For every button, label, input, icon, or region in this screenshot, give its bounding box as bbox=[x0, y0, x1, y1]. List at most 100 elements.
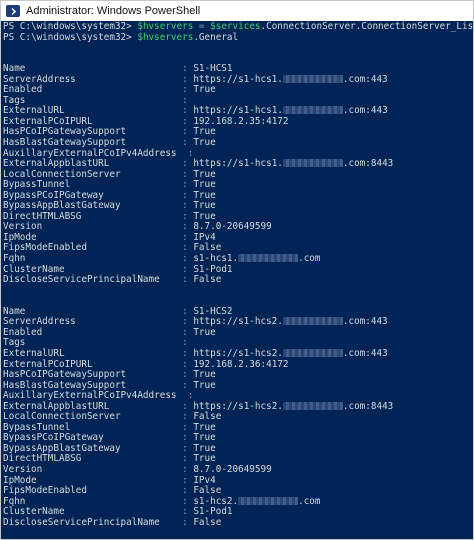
property-name: Tags bbox=[3, 337, 26, 349]
separator-colon: : bbox=[176, 358, 194, 370]
separator-colon: : bbox=[176, 379, 194, 391]
property-value-suffix: .com:443 bbox=[342, 73, 388, 85]
separator-colon: : bbox=[176, 432, 194, 444]
redacted-text bbox=[282, 106, 343, 115]
property-row: DiscloseServicePrincipalName : False bbox=[3, 516, 473, 529]
separator-colon: : bbox=[176, 126, 194, 138]
property-value-prefix: https://s1-hcs1. bbox=[193, 105, 283, 117]
property-value: True bbox=[193, 421, 216, 433]
property-value: S1-HCS1 bbox=[193, 63, 233, 75]
separator-colon: : bbox=[176, 442, 194, 454]
property-value: S1-Pod1 bbox=[193, 263, 233, 275]
separator-colon: : bbox=[176, 474, 194, 486]
redacted-text bbox=[282, 74, 343, 83]
separator-colon: : bbox=[176, 189, 194, 201]
property-value-suffix: .com:443 bbox=[342, 316, 388, 328]
separator-colon: : bbox=[176, 326, 194, 338]
property-name: FipsModeEnabled bbox=[3, 242, 87, 254]
property-name: Name bbox=[3, 63, 26, 75]
separator-colon: : bbox=[176, 411, 194, 423]
expression-text: .General bbox=[193, 31, 239, 43]
variable-token: $hvservers bbox=[137, 31, 194, 43]
property-value: False bbox=[193, 411, 222, 423]
property-value: False bbox=[193, 516, 222, 528]
property-value: 192.168.2.36:4172 bbox=[193, 358, 289, 370]
property-name: Fqhn bbox=[3, 253, 26, 265]
property-name: HasPCoIPGatewaySupport bbox=[3, 126, 127, 138]
property-name: BypassPCoIPGateway bbox=[3, 189, 104, 201]
variable-token: $hvservers bbox=[137, 21, 194, 32]
prompt-text: PS C:\windows\system32> bbox=[3, 31, 138, 43]
separator-colon: : bbox=[176, 316, 194, 328]
separator-colon: : bbox=[176, 253, 194, 265]
property-value: True bbox=[193, 379, 216, 391]
property-value: True bbox=[193, 126, 216, 138]
property-name: ExternalPCoIPURL bbox=[3, 358, 93, 370]
prompt-text: PS C:\windows\system32> bbox=[3, 21, 138, 32]
separator-colon: : bbox=[176, 221, 194, 233]
property-value-prefix: https://s1-hcs2. bbox=[193, 347, 283, 359]
property-name: FipsModeEnabled bbox=[3, 485, 87, 497]
property-value-prefix: https://s1-hcs2. bbox=[193, 316, 283, 328]
property-name: HasPCoIPGatewaySupport bbox=[3, 369, 127, 381]
property-value-prefix: https://s1-hcs1. bbox=[193, 73, 283, 85]
separator-colon: : bbox=[176, 137, 194, 149]
property-name: ExternalURL bbox=[3, 105, 65, 117]
separator-colon: : bbox=[176, 242, 194, 254]
property-value: True bbox=[193, 84, 216, 96]
property-value-suffix: .com:8443 bbox=[342, 158, 394, 170]
property-value: True bbox=[193, 168, 216, 180]
separator-colon: : bbox=[176, 63, 194, 75]
redacted-text bbox=[282, 159, 343, 168]
window-title: Administrator: Windows PowerShell bbox=[26, 5, 201, 17]
separator-colon: : bbox=[176, 274, 194, 286]
separator-colon: : bbox=[176, 305, 194, 317]
variable-token: $services bbox=[210, 21, 261, 32]
separator-colon: : bbox=[182, 147, 199, 159]
property-value: False bbox=[193, 485, 222, 497]
property-value-prefix: s1-hcs2. bbox=[193, 495, 239, 507]
property-value: True bbox=[193, 442, 216, 454]
property-name: Name bbox=[3, 305, 26, 317]
separator-colon: : bbox=[176, 463, 194, 475]
property-value: False bbox=[193, 242, 222, 254]
property-value-suffix: .com:443 bbox=[342, 105, 388, 117]
property-value-suffix: .com bbox=[298, 495, 321, 507]
property-name: ExternalAppblastURL bbox=[3, 400, 110, 412]
property-name: BypassAppBlastGateway bbox=[3, 200, 121, 212]
property-value: True bbox=[193, 453, 216, 465]
redacted-text bbox=[282, 317, 343, 326]
separator-colon: : bbox=[176, 200, 194, 212]
separator-colon: : bbox=[182, 390, 199, 402]
property-value: True bbox=[193, 326, 216, 338]
property-name: AuxillaryExternalPCoIPv4Address bbox=[3, 390, 177, 402]
property-name: IpMode bbox=[3, 474, 37, 486]
property-name: ClusterName bbox=[3, 506, 65, 518]
property-row: Version : 8.7.0-20649599 bbox=[3, 463, 473, 476]
expression-text: .ConnectionServer.ConnectionServer_List(… bbox=[260, 21, 474, 32]
property-value: True bbox=[193, 189, 216, 201]
property-value: True bbox=[193, 200, 216, 212]
property-name: DiscloseServicePrincipalName bbox=[3, 516, 160, 528]
property-value-suffix: .com:443 bbox=[342, 347, 388, 359]
separator-colon: : bbox=[176, 347, 194, 359]
property-value: IPv4 bbox=[193, 231, 216, 243]
property-value: S1-Pod1 bbox=[193, 506, 233, 518]
console-area[interactable]: PS C:\windows\system32> $hvservers = $se… bbox=[1, 21, 473, 539]
separator-colon: : bbox=[176, 263, 194, 275]
separator-colon: : bbox=[176, 158, 194, 170]
title-bar[interactable]: Administrator: Windows PowerShell bbox=[1, 1, 473, 22]
property-name: BypassTunnel bbox=[3, 421, 71, 433]
property-value: True bbox=[193, 179, 216, 191]
property-name: HasBlastGatewaySupport bbox=[3, 137, 127, 149]
separator-colon: : bbox=[176, 94, 194, 106]
redacted-text bbox=[282, 401, 343, 410]
property-value: True bbox=[193, 432, 216, 444]
property-value: True bbox=[193, 210, 216, 222]
property-value-prefix: https://s1-hcs2. bbox=[193, 400, 283, 412]
separator-colon: : bbox=[176, 516, 194, 528]
separator-colon: : bbox=[176, 210, 194, 222]
property-name: BypassTunnel bbox=[3, 179, 71, 191]
